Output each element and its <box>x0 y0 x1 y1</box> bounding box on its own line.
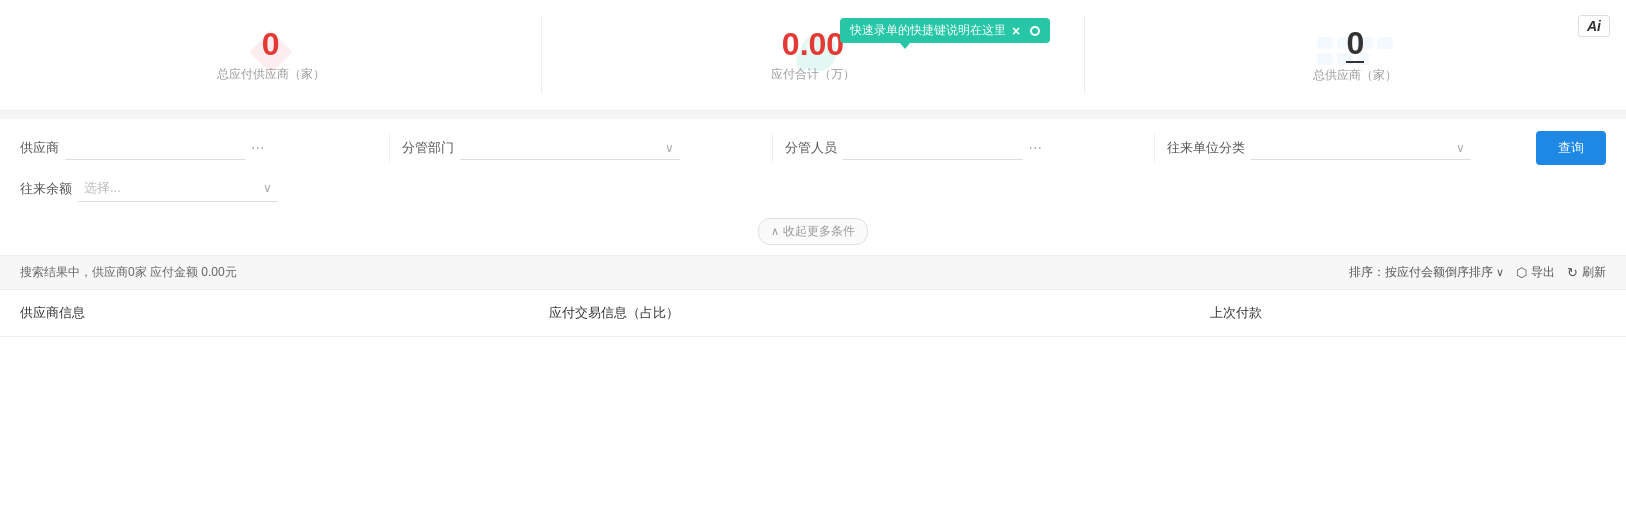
sort-chevron-icon: ∨ <box>1496 266 1504 279</box>
collapse-label: 收起更多条件 <box>783 223 855 240</box>
filter-row-2: 往来余额 选择... ∨ <box>20 175 1606 202</box>
department-label: 分管部门 <box>402 139 454 157</box>
table-body <box>0 337 1626 515</box>
balance-label: 往来余额 <box>20 180 72 198</box>
supplier-more-btn[interactable]: ··· <box>251 139 264 157</box>
balance-select[interactable]: 选择... ∨ <box>78 175 278 202</box>
supplier-filter: 供应商 ··· <box>20 136 377 160</box>
collapse-row: ∧ 收起更多条件 <box>20 212 1606 255</box>
top-stats-bar: 0 总应付供应商（家） 0.00 应付合计（万） 快速录单的快捷键说明在这里 × <box>0 0 1626 111</box>
search-button[interactable]: 查询 <box>1536 131 1606 165</box>
sort-dropdown[interactable]: 排序：按应付会额倒序排序 ∨ <box>1349 264 1504 281</box>
collapse-chevron-icon: ∧ <box>771 225 779 238</box>
results-actions: 排序：按应付会额倒序排序 ∨ ⬡ 导出 ↻ 刷新 <box>1349 264 1606 281</box>
filter-row-1: 供应商 ··· 分管部门 ∨ 分管人员 ··· <box>20 131 1606 165</box>
stat-total-payable-vendors: 0 总应付供应商（家） <box>0 16 542 94</box>
divider-1 <box>389 134 390 162</box>
balance-select-placeholder: 选择... <box>84 179 121 197</box>
results-info: 搜索结果中，供应商0家 应付金额 0.00元 <box>20 264 237 281</box>
supplier-label: 供应商 <box>20 139 59 157</box>
person-label: 分管人员 <box>785 139 837 157</box>
diamond-icon <box>246 27 296 77</box>
tooltip-text: 快速录单的快捷键说明在这里 <box>850 22 1006 39</box>
stat-total-vendors: 0 总供应商（家） Ai <box>1085 16 1626 94</box>
payable-total-number: 0.00 <box>782 27 844 62</box>
export-icon: ⬡ <box>1516 265 1527 280</box>
supplier-input[interactable] <box>65 136 245 160</box>
results-bar: 搜索结果中，供应商0家 应付金额 0.00元 排序：按应付会额倒序排序 ∨ ⬡ … <box>0 256 1626 290</box>
unit-category-chevron: ∨ <box>1456 141 1465 155</box>
table-header: 供应商信息 应付交易信息（占比） 上次付款 <box>0 290 1626 337</box>
table: 供应商信息 应付交易信息（占比） 上次付款 <box>0 290 1626 515</box>
refresh-label: 刷新 <box>1582 264 1606 281</box>
col-supplier-header: 供应商信息 <box>20 304 549 322</box>
col-transaction-header: 应付交易信息（占比） <box>549 304 1210 322</box>
total-vendors-number: 0 <box>1346 26 1364 63</box>
export-label: 导出 <box>1531 264 1555 281</box>
ai-label[interactable]: Ai <box>1578 15 1610 37</box>
unit-category-label: 往来单位分类 <box>1167 139 1245 157</box>
tooltip-bubble: 快速录单的快捷键说明在这里 × <box>840 18 1050 43</box>
unit-category-filter: 往来单位分类 ∨ <box>1167 137 1524 160</box>
sort-label: 排序：按应付会额倒序排序 <box>1349 264 1493 281</box>
divider-3 <box>1154 134 1155 162</box>
person-filter: 分管人员 ··· <box>785 136 1142 160</box>
department-chevron: ∨ <box>665 141 674 155</box>
divider-2 <box>772 134 773 162</box>
department-select[interactable]: ∨ <box>460 137 680 160</box>
tooltip-dot <box>1030 26 1040 36</box>
results-info-text: 搜索结果中，供应商0家 应付金额 0.00元 <box>20 265 237 279</box>
unit-category-select[interactable]: ∨ <box>1251 137 1471 160</box>
col-last-payment-header: 上次付款 <box>1210 304 1607 322</box>
tooltip-close-btn[interactable]: × <box>1012 23 1020 39</box>
total-vendors-label: 总供应商（家） <box>1313 67 1397 84</box>
stat-payable-total: 0.00 应付合计（万） 快速录单的快捷键说明在这里 × <box>542 16 1084 94</box>
person-more-btn[interactable]: ··· <box>1029 139 1042 157</box>
refresh-icon: ↻ <box>1567 265 1578 280</box>
department-filter: 分管部门 ∨ <box>402 137 759 160</box>
person-input[interactable] <box>843 136 1023 160</box>
filter-bar: 供应商 ··· 分管部门 ∨ 分管人员 ··· <box>0 119 1626 256</box>
balance-filter: 往来余额 选择... ∨ <box>20 175 300 202</box>
payable-total-label: 应付合计（万） <box>771 66 855 83</box>
collapse-btn[interactable]: ∧ 收起更多条件 <box>758 218 868 245</box>
refresh-btn[interactable]: ↻ 刷新 <box>1567 264 1606 281</box>
balance-chevron: ∨ <box>263 181 272 195</box>
export-btn[interactable]: ⬡ 导出 <box>1516 264 1555 281</box>
